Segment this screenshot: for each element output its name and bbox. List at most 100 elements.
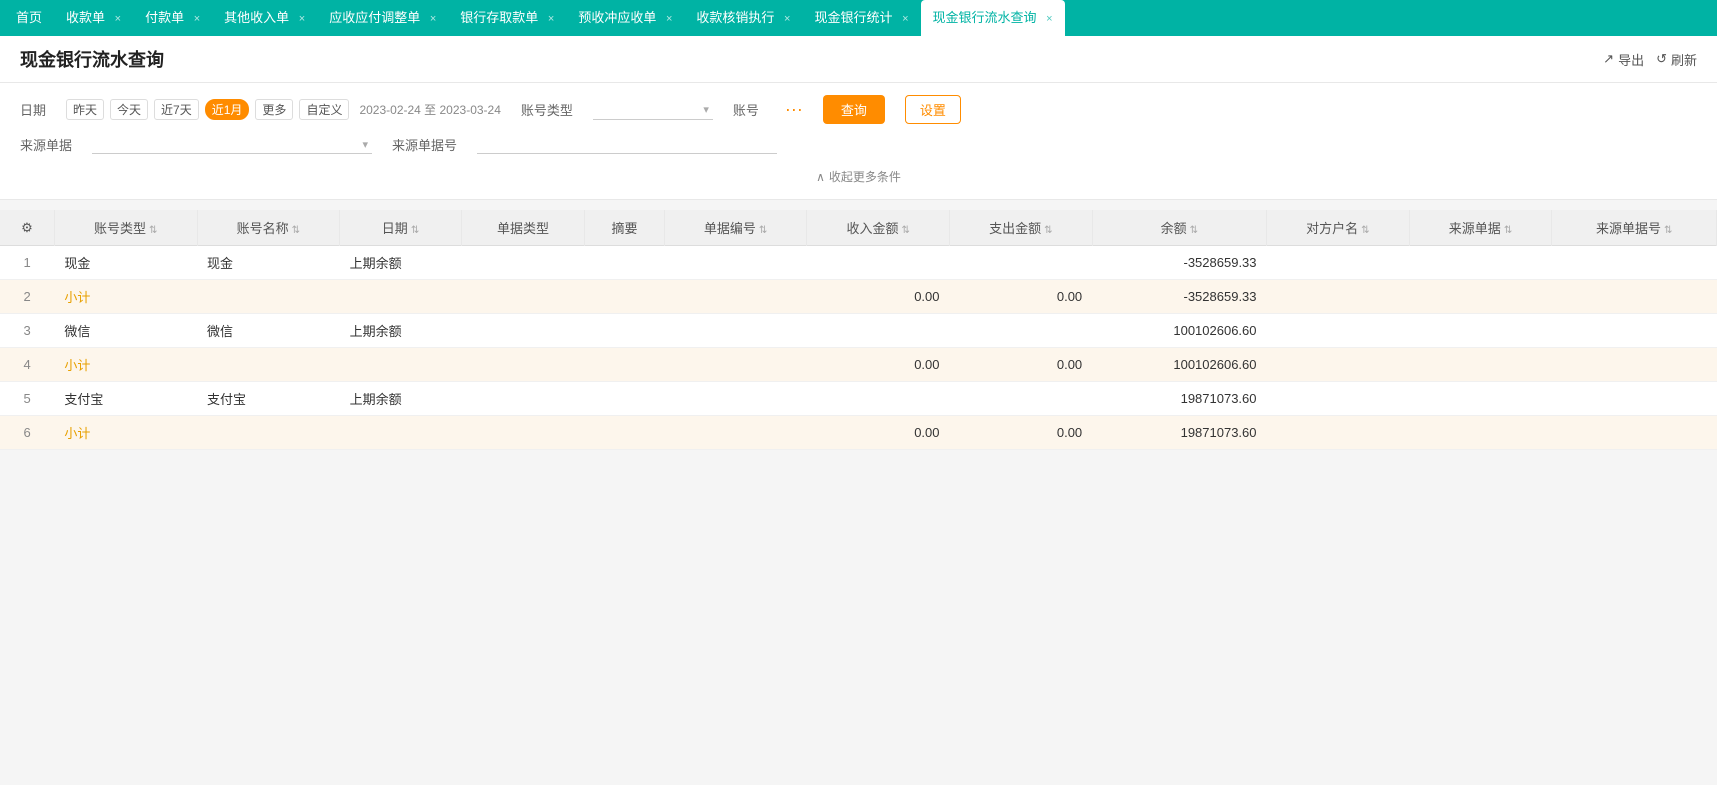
cell-account-name — [197, 416, 340, 450]
col-doc-number[interactable]: 单据编号⇅ — [664, 210, 807, 246]
date-yesterday[interactable]: 昨天 — [66, 99, 104, 120]
nav-bank-flow[interactable]: 现金银行流水查询 × — [921, 0, 1065, 36]
table-row: 5支付宝支付宝上期余额19871073.60 — [0, 382, 1717, 416]
close-icon[interactable]: × — [1046, 13, 1052, 25]
cell-expense — [950, 314, 1093, 348]
cell-account-type: 微信 — [54, 314, 197, 348]
nav-other-income[interactable]: 其他收入单 × — [212, 0, 317, 36]
cell-row-num: 2 — [0, 280, 54, 314]
cell-expense: 0.00 — [950, 416, 1093, 450]
cell-date: 上期余额 — [340, 314, 462, 348]
col-settings[interactable]: ⚙ — [0, 210, 54, 246]
nav-advance[interactable]: 预收冲应收单 × — [566, 0, 684, 36]
table-row: 3微信微信上期余额100102606.60 — [0, 314, 1717, 348]
sort-icon: ⇅ — [1190, 225, 1198, 236]
cell-account-name — [197, 348, 340, 382]
collapse-icon: ∧ — [816, 170, 825, 184]
col-balance[interactable]: 余额⇅ — [1092, 210, 1266, 246]
cell-summary — [585, 416, 664, 450]
table-settings-icon[interactable]: ⚙ — [21, 220, 33, 235]
date-1month[interactable]: 近1月 — [205, 99, 250, 120]
col-date[interactable]: 日期⇅ — [340, 210, 462, 246]
settings-button[interactable]: 设置 — [905, 95, 961, 124]
col-account-type[interactable]: 账号类型⇅ — [54, 210, 197, 246]
date-today[interactable]: 今天 — [110, 99, 148, 120]
sort-icon: ⇅ — [292, 225, 300, 236]
col-summary[interactable]: 摘要 — [585, 210, 664, 246]
close-icon[interactable]: × — [299, 13, 305, 25]
cell-doc-type — [461, 382, 584, 416]
nav-bank-deposit[interactable]: 银行存取款单 × — [448, 0, 566, 36]
nav-receipt[interactable]: 收款单 × — [54, 0, 133, 36]
export-icon: ↗ — [1603, 51, 1614, 67]
nav-adjustment[interactable]: 应收应付调整单 × — [317, 0, 448, 36]
cell-source-doc-num — [1552, 246, 1717, 280]
close-icon[interactable]: × — [902, 13, 908, 25]
table-row: 2小计0.000.00-3528659.33 — [0, 280, 1717, 314]
nav-collection[interactable]: 收款核销执行 × — [684, 0, 802, 36]
cell-row-num: 5 — [0, 382, 54, 416]
close-icon[interactable]: × — [430, 13, 436, 25]
col-source-doc[interactable]: 来源单据⇅ — [1409, 210, 1552, 246]
close-icon[interactable]: × — [194, 13, 200, 25]
col-expense[interactable]: 支出金额⇅ — [950, 210, 1093, 246]
sort-icon: ⇅ — [902, 225, 910, 236]
cell-source-doc-num — [1552, 348, 1717, 382]
cell-account-type: 现金 — [54, 246, 197, 280]
cell-balance: -3528659.33 — [1092, 246, 1266, 280]
cell-source-doc — [1409, 246, 1552, 280]
col-income[interactable]: 收入金额⇅ — [807, 210, 950, 246]
date-shortcuts: 昨天 今天 近7天 近1月 更多 自定义 2023-02-24 至 2023-0… — [66, 99, 501, 120]
date-range-display: 2023-02-24 至 2023-03-24 — [359, 101, 500, 118]
close-icon[interactable]: × — [784, 13, 790, 25]
collapse-bar[interactable]: ∧ 收起更多条件 — [20, 164, 1697, 191]
filter-area: 日期 昨天 今天 近7天 近1月 更多 自定义 2023-02-24 至 202… — [0, 83, 1717, 200]
cell-balance: 100102606.60 — [1092, 348, 1266, 382]
close-icon[interactable]: × — [548, 13, 554, 25]
account-type-select[interactable] — [593, 100, 713, 120]
cell-source-doc-num — [1552, 280, 1717, 314]
cell-row-num: 4 — [0, 348, 54, 382]
cell-row-num: 1 — [0, 246, 54, 280]
cell-summary — [585, 246, 664, 280]
close-icon[interactable]: × — [115, 13, 121, 25]
col-counterpart[interactable]: 对方户名⇅ — [1267, 210, 1410, 246]
nav-bank-stats[interactable]: 现金银行统计 × — [802, 0, 920, 36]
refresh-button[interactable]: ↺ 刷新 — [1656, 50, 1697, 69]
cell-income — [807, 314, 950, 348]
sort-icon: ⇅ — [759, 225, 767, 236]
cell-expense: 0.00 — [950, 280, 1093, 314]
col-doc-type[interactable]: 单据类型 — [461, 210, 584, 246]
cell-row-num: 3 — [0, 314, 54, 348]
data-table: ⚙ 账号类型⇅ 账号名称⇅ 日期⇅ 单据类型 摘要 单据编号⇅ — [0, 210, 1717, 450]
close-icon[interactable]: × — [666, 13, 672, 25]
cell-counterpart — [1267, 280, 1410, 314]
cell-doc-number — [664, 382, 807, 416]
cell-doc-number — [664, 280, 807, 314]
cell-balance: 19871073.60 — [1092, 382, 1266, 416]
sort-icon: ⇅ — [149, 225, 157, 236]
col-account-name[interactable]: 账号名称⇅ — [197, 210, 340, 246]
source-doc-select[interactable] — [92, 134, 372, 154]
page-header: 现金银行流水查询 ↗ 导出 ↺ 刷新 — [0, 36, 1717, 83]
date-more[interactable]: 更多 — [255, 99, 293, 120]
export-button[interactable]: ↗ 导出 — [1603, 50, 1644, 69]
header-actions: ↗ 导出 ↺ 刷新 — [1603, 50, 1697, 69]
cell-source-doc — [1409, 348, 1552, 382]
query-button[interactable]: 查询 — [823, 95, 885, 124]
nav-home[interactable]: 首页 — [4, 0, 54, 36]
date-label: 日期 — [20, 100, 46, 119]
account-dots-button[interactable]: ··· — [785, 99, 803, 120]
cell-expense — [950, 382, 1093, 416]
date-7days[interactable]: 近7天 — [154, 99, 199, 120]
date-custom[interactable]: 自定义 — [299, 99, 349, 120]
cell-date — [340, 280, 462, 314]
cell-income — [807, 246, 950, 280]
cell-doc-number — [664, 314, 807, 348]
nav-payment[interactable]: 付款单 × — [133, 0, 212, 36]
data-table-container: ⚙ 账号类型⇅ 账号名称⇅ 日期⇅ 单据类型 摘要 单据编号⇅ — [0, 210, 1717, 450]
table-row: 4小计0.000.00100102606.60 — [0, 348, 1717, 382]
col-source-doc-num[interactable]: 来源单据号⇅ — [1552, 210, 1717, 246]
source-doc-num-input[interactable] — [477, 134, 777, 154]
cell-summary — [585, 348, 664, 382]
